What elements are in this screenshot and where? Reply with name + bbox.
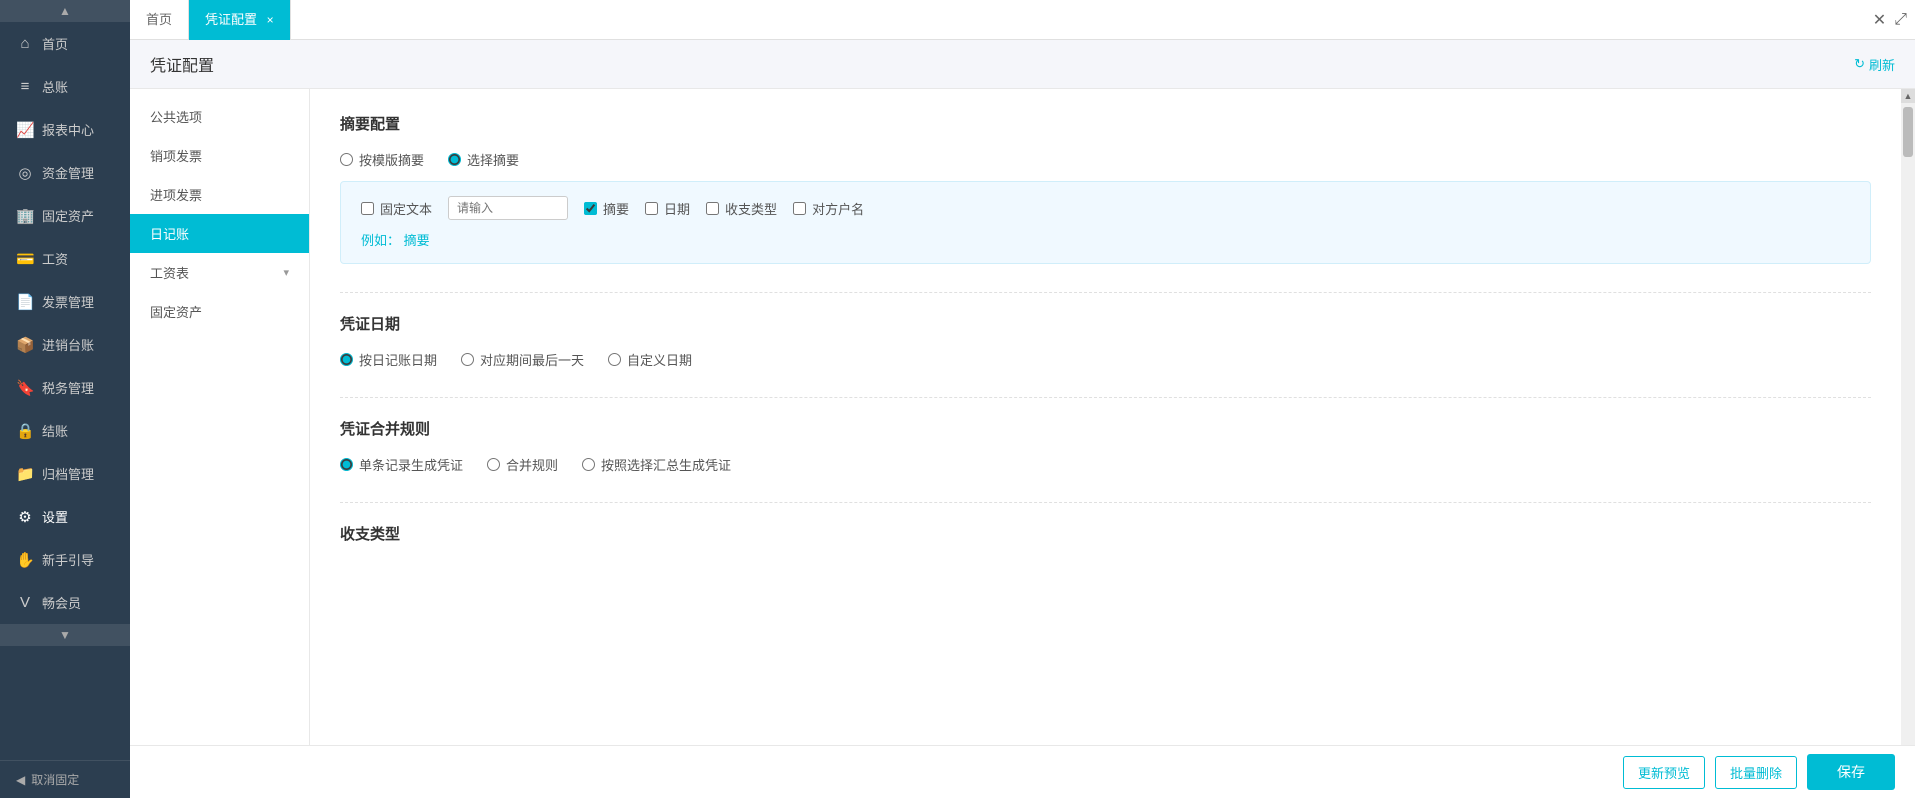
right-scrollbar[interactable]: ▲ bbox=[1901, 89, 1915, 745]
fixed-text-input[interactable] bbox=[448, 196, 568, 220]
guide-icon: ✋ bbox=[16, 551, 34, 569]
checkbox-payment-type[interactable]: 收支类型 bbox=[706, 199, 777, 218]
refresh-icon: ↻ bbox=[1854, 56, 1865, 72]
sales-icon: 📦 bbox=[16, 336, 34, 354]
invoice-icon: 📄 bbox=[16, 293, 34, 311]
divider-2 bbox=[340, 397, 1871, 398]
tab-close-button[interactable]: × bbox=[267, 13, 274, 27]
checkbox-date[interactable]: 日期 bbox=[645, 199, 690, 218]
income-type-section: 收支类型 bbox=[340, 523, 1871, 544]
sidebar-item-tax[interactable]: 🔖 税务管理 bbox=[0, 366, 130, 409]
sidebar-item-archive[interactable]: 📁 归档管理 bbox=[0, 452, 130, 495]
ledger-icon: ≡ bbox=[16, 78, 34, 95]
pin-icon: ◀ bbox=[16, 773, 25, 787]
capital-icon: ◎ bbox=[16, 164, 34, 182]
left-nav-item-payroll[interactable]: 工资表 ▾ bbox=[130, 253, 309, 292]
sidebar-item-home[interactable]: ⌂ 首页 bbox=[0, 22, 130, 65]
left-nav-item-fixed-assets[interactable]: 固定资产 bbox=[130, 292, 309, 331]
sidebar-item-capital[interactable]: ◎ 资金管理 bbox=[0, 151, 130, 194]
sidebar-item-member[interactable]: V 畅会员 bbox=[0, 581, 130, 624]
sidebar-item-guide[interactable]: ✋ 新手引导 bbox=[0, 538, 130, 581]
summary-config-box: 固定文本 摘要 日期 bbox=[340, 181, 1871, 264]
radio-select-merge[interactable]: 按照选择汇总生成凭证 bbox=[582, 455, 731, 474]
sidebar-item-ledger[interactable]: ≡ 总账 bbox=[0, 65, 130, 108]
sidebar-item-assets[interactable]: 🏢 固定资产 bbox=[0, 194, 130, 237]
expand-payroll-icon: ▾ bbox=[283, 266, 289, 279]
sidebar-item-close[interactable]: 🔒 结账 bbox=[0, 409, 130, 452]
tab-bar-actions: ✕ ⤢ bbox=[1873, 10, 1915, 30]
left-nav-item-purchase-invoice[interactable]: 进项发票 bbox=[130, 175, 309, 214]
sidebar-scroll-up[interactable]: ▲ bbox=[0, 0, 130, 22]
left-nav-item-sales-invoice[interactable]: 销项发票 bbox=[130, 136, 309, 175]
checkbox-summary[interactable]: 摘要 bbox=[584, 199, 629, 218]
radio-single-record[interactable]: 单条记录生成凭证 bbox=[340, 455, 463, 474]
tax-icon: 🔖 bbox=[16, 379, 34, 397]
window-close-icon[interactable]: ✕ bbox=[1873, 10, 1886, 30]
summary-config-title: 摘要配置 bbox=[340, 113, 1871, 134]
content-layout: 公共选项 销项发票 进项发票 日记账 工资表 ▾ 固定资产 bbox=[130, 89, 1915, 745]
assets-icon: 🏢 bbox=[16, 207, 34, 225]
window-maximize-icon[interactable]: ⤢ bbox=[1894, 11, 1907, 29]
checkbox-counterpart[interactable]: 对方户名 bbox=[793, 199, 864, 218]
sidebar: ▲ ⌂ 首页 ≡ 总账 📈 报表中心 ◎ 资金管理 🏢 固定资产 💳 工资 📄 … bbox=[0, 0, 130, 798]
refresh-button[interactable]: ↻ 刷新 bbox=[1854, 55, 1895, 74]
home-icon: ⌂ bbox=[16, 35, 34, 52]
tab-bar: 首页 凭证配置 × ✕ ⤢ bbox=[130, 0, 1915, 40]
example-text: 例如： 摘要 bbox=[361, 230, 1850, 249]
income-type-title: 收支类型 bbox=[340, 523, 1871, 544]
voucher-merge-section: 凭证合并规则 单条记录生成凭证 合并规则 按照选择汇总生成凭证 bbox=[340, 418, 1871, 474]
sidebar-item-settings[interactable]: ⚙ 设置 bbox=[0, 495, 130, 538]
voucher-date-radio-row: 按日记账日期 对应期间最后一天 自定义日期 bbox=[340, 350, 1871, 369]
archive-icon: 📁 bbox=[16, 465, 34, 483]
voucher-merge-radio-row: 单条记录生成凭证 合并规则 按照选择汇总生成凭证 bbox=[340, 455, 1871, 474]
left-nav-item-journal[interactable]: 日记账 bbox=[130, 214, 309, 253]
scroll-up-arrow[interactable]: ▲ bbox=[1901, 89, 1915, 103]
sidebar-item-invoice[interactable]: 📄 发票管理 bbox=[0, 280, 130, 323]
tab-voucher-config[interactable]: 凭证配置 × bbox=[189, 0, 291, 40]
divider-1 bbox=[340, 292, 1871, 293]
radio-template-summary[interactable]: 按模版摘要 bbox=[340, 150, 424, 169]
sidebar-item-sales[interactable]: 📦 进销台账 bbox=[0, 323, 130, 366]
radio-by-period-last[interactable]: 对应期间最后一天 bbox=[461, 350, 584, 369]
summary-config-section: 摘要配置 按模版摘要 选择摘要 bbox=[340, 113, 1871, 264]
salary-icon: 💳 bbox=[16, 250, 34, 268]
divider-3 bbox=[340, 502, 1871, 503]
cancel-pin-button[interactable]: ◀ 取消固定 bbox=[0, 760, 130, 798]
update-preview-button[interactable]: 更新预览 bbox=[1623, 756, 1705, 789]
radio-merge-rules[interactable]: 合并规则 bbox=[487, 455, 558, 474]
sidebar-item-salary[interactable]: 💳 工资 bbox=[0, 237, 130, 280]
radio-custom-date[interactable]: 自定义日期 bbox=[608, 350, 692, 369]
settings-icon: ⚙ bbox=[16, 508, 34, 526]
main-area: 首页 凭证配置 × ✕ ⤢ 凭证配置 ↻ 刷新 公共选项 销项发票 进项 bbox=[130, 0, 1915, 798]
sidebar-item-report[interactable]: 📈 报表中心 bbox=[0, 108, 130, 151]
summary-config-checkbox-row: 固定文本 摘要 日期 bbox=[361, 196, 1850, 220]
close-accounts-icon: 🔒 bbox=[16, 422, 34, 440]
bottom-bar: 更新预览 批量删除 保存 bbox=[130, 745, 1915, 798]
radio-by-journal-date[interactable]: 按日记账日期 bbox=[340, 350, 437, 369]
radio-select-summary[interactable]: 选择摘要 bbox=[448, 150, 519, 169]
voucher-merge-title: 凭证合并规则 bbox=[340, 418, 1871, 439]
voucher-date-section: 凭证日期 按日记账日期 对应期间最后一天 自定义日期 bbox=[340, 313, 1871, 369]
member-icon: V bbox=[16, 594, 34, 611]
left-nav: 公共选项 销项发票 进项发票 日记账 工资表 ▾ 固定资产 bbox=[130, 89, 310, 745]
batch-delete-button[interactable]: 批量删除 bbox=[1715, 756, 1797, 789]
page-header: 凭证配置 ↻ 刷新 bbox=[130, 40, 1915, 89]
sidebar-scroll-down[interactable]: ▼ bbox=[0, 624, 130, 646]
save-button[interactable]: 保存 bbox=[1807, 754, 1895, 790]
right-content: 摘要配置 按模版摘要 选择摘要 bbox=[310, 89, 1901, 745]
left-nav-item-public[interactable]: 公共选项 bbox=[130, 97, 309, 136]
scroll-thumb[interactable] bbox=[1903, 107, 1913, 157]
summary-radio-row: 按模版摘要 选择摘要 bbox=[340, 150, 1871, 169]
report-icon: 📈 bbox=[16, 121, 34, 139]
page-title: 凭证配置 bbox=[150, 52, 214, 76]
tab-home[interactable]: 首页 bbox=[130, 0, 189, 40]
checkbox-fixed-text[interactable]: 固定文本 bbox=[361, 199, 432, 218]
voucher-date-title: 凭证日期 bbox=[340, 313, 1871, 334]
